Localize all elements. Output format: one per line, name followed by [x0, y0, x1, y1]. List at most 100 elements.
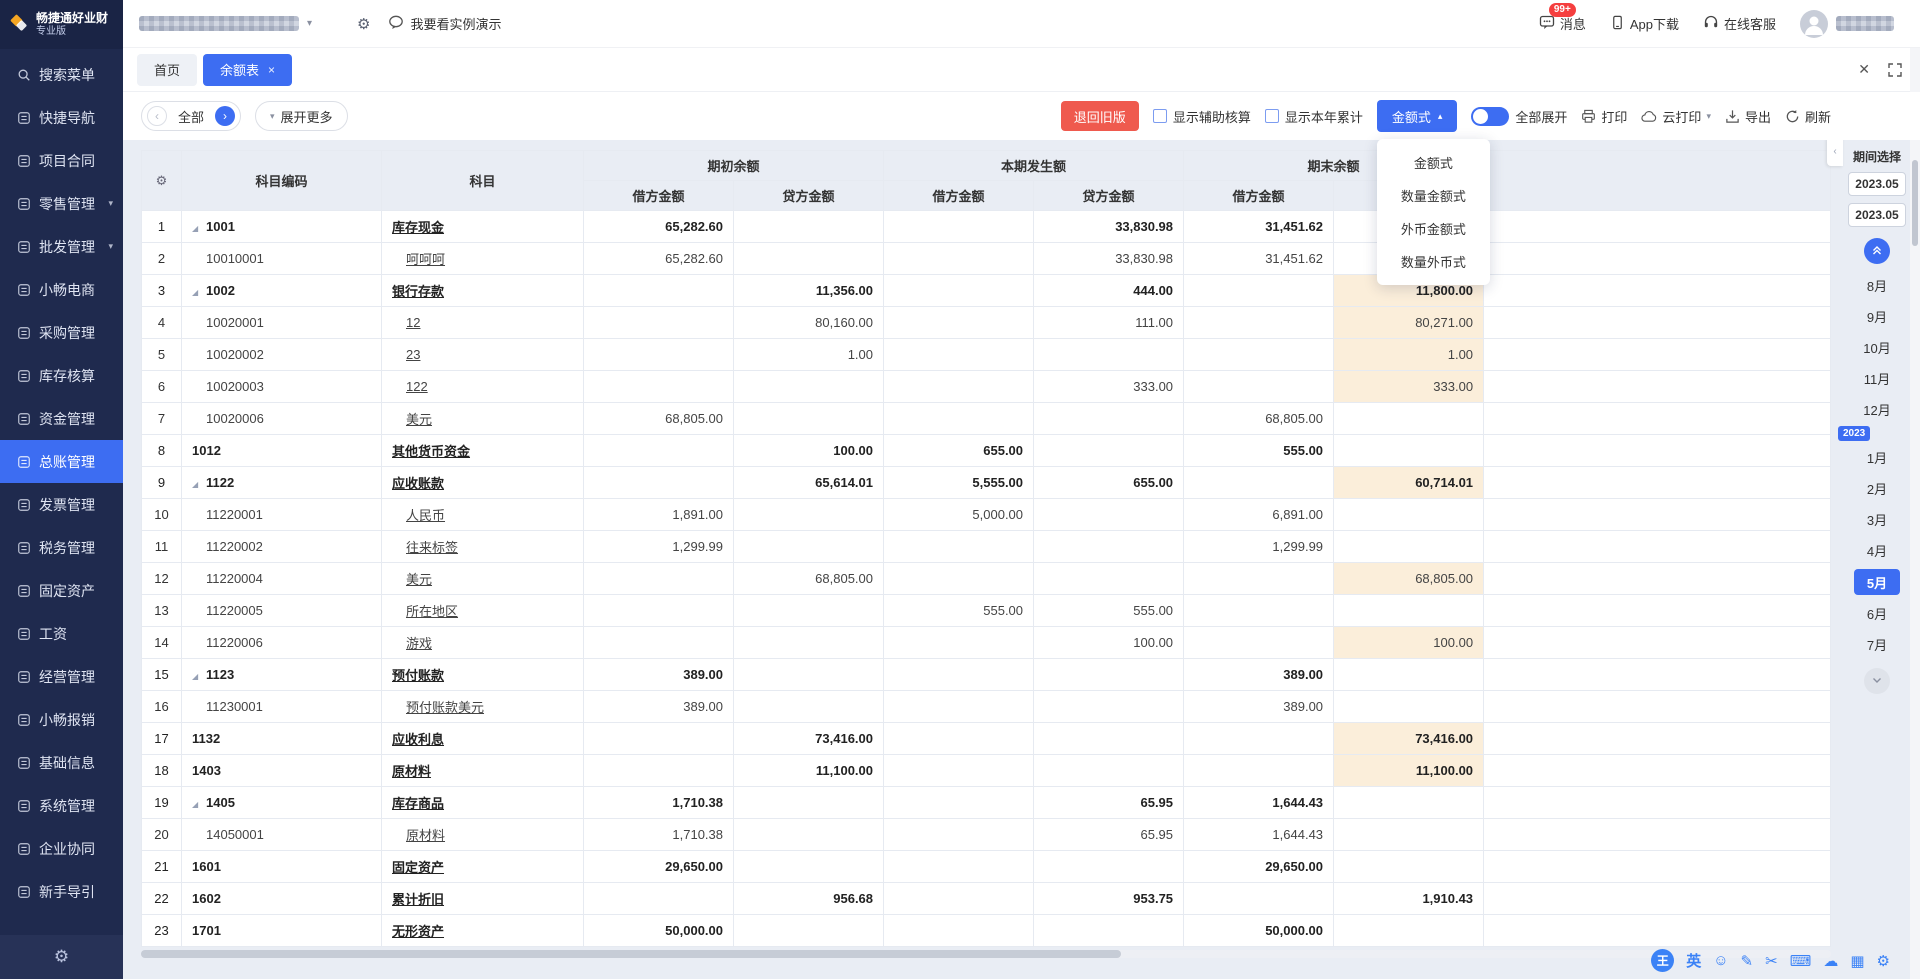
- cloud-icon[interactable]: ☁: [1823, 952, 1838, 970]
- table-row[interactable]: 4 10020001 12 80,160.00 111.00 80,271.00: [141, 306, 1831, 339]
- table-row[interactable]: 3 ◢ 1002 银行存款 11,356.00 444.00 11,800.00: [141, 274, 1831, 307]
- account-name-link[interactable]: 原材料: [392, 764, 431, 779]
- settings-icon[interactable]: ⚙: [1877, 952, 1890, 970]
- back-to-old-button[interactable]: 退回旧版: [1060, 101, 1139, 131]
- table-row[interactable]: 14 11220006 游戏 100.00 100.00: [141, 626, 1831, 659]
- scroll-months-up-button[interactable]: [1864, 238, 1890, 264]
- sidebar-item-税务管理[interactable]: 税务管理: [0, 526, 123, 569]
- account-name-link[interactable]: 游戏: [406, 636, 432, 651]
- handwriting-icon[interactable]: ✎: [1741, 952, 1754, 970]
- emoji-icon[interactable]: ☺: [1713, 952, 1728, 969]
- next-account-icon[interactable]: ›: [215, 106, 236, 126]
- period-from[interactable]: 2023.05: [1848, 172, 1906, 196]
- show-ytd-checkbox[interactable]: 显示本年累计: [1264, 107, 1363, 126]
- sidebar-item-新手导引[interactable]: 新手导引: [0, 870, 123, 913]
- table-row[interactable]: 17 1132 应收利息 73,416.00 73,416.00: [141, 722, 1831, 755]
- expand-all-toggle[interactable]: 全部展开: [1471, 106, 1567, 126]
- toggle-switch-icon[interactable]: [1471, 106, 1510, 126]
- sidebar-settings-button[interactable]: ⚙: [0, 935, 123, 979]
- close-all-icon[interactable]: ✕: [1858, 61, 1870, 78]
- table-row[interactable]: 2 10010001 呵呵呵 65,282.60 33,830.98 31,451.62: [141, 242, 1831, 275]
- table-row[interactable]: 21 1601 固定资产 29,650.00 29,650.00: [141, 850, 1831, 883]
- table-row[interactable]: 20 14050001 原材料 1,710.38 65.95 1,644.43: [141, 818, 1831, 851]
- table-row[interactable]: 13 11220005 所在地区 555.00 555.00: [141, 594, 1831, 627]
- sidebar-item-发票管理[interactable]: 发票管理: [0, 483, 123, 526]
- account-name-link[interactable]: 所在地区: [406, 604, 458, 619]
- expand-icon[interactable]: ◢: [192, 672, 206, 681]
- account-name-link[interactable]: 美元: [406, 572, 432, 587]
- expand-more-button[interactable]: ▾ 展开更多: [255, 101, 348, 131]
- account-name-link[interactable]: 呵呵呵: [406, 252, 445, 267]
- collapse-panel-button[interactable]: ‹: [1827, 136, 1843, 166]
- month-item-10月[interactable]: 10月: [1863, 332, 1890, 363]
- app-download-button[interactable]: App下载: [1610, 14, 1679, 33]
- horizontal-scrollbar-thumb[interactable]: [141, 950, 1122, 958]
- refresh-button[interactable]: 刷新: [1785, 107, 1831, 126]
- month-item-5月[interactable]: 5月: [1854, 569, 1900, 595]
- table-row[interactable]: 7 10020006 美元 68,805.00 68,805.00: [141, 402, 1831, 435]
- sidebar-item-采购管理[interactable]: 采购管理: [0, 311, 123, 354]
- month-item-12月[interactable]: 12月: [1863, 394, 1890, 425]
- format-option-金额式[interactable]: 金额式: [1377, 146, 1490, 179]
- expand-icon[interactable]: ◢: [192, 800, 206, 809]
- account-name-link[interactable]: 累计折旧: [392, 892, 444, 907]
- account-name-link[interactable]: 应收利息: [392, 732, 444, 747]
- sidebar-item-工资[interactable]: 工资: [0, 612, 123, 655]
- account-name-link[interactable]: 23: [406, 347, 420, 362]
- table-row[interactable]: 1 ◢ 1001 库存现金 65,282.60 33,830.98 31,451.62: [141, 210, 1831, 243]
- expand-icon[interactable]: ◢: [192, 224, 206, 233]
- table-row[interactable]: 15 ◢ 1123 预付账款 389.00 389.00: [141, 658, 1831, 691]
- account-name-link[interactable]: 美元: [406, 412, 432, 427]
- month-item-3月[interactable]: 3月: [1867, 504, 1887, 535]
- month-item-6月[interactable]: 6月: [1867, 598, 1887, 629]
- month-item-7月[interactable]: 7月: [1867, 629, 1887, 660]
- table-row[interactable]: 5 10020002 23 1.00 1.00: [141, 338, 1831, 371]
- sidebar-item-固定资产[interactable]: 固定资产: [0, 569, 123, 612]
- month-item-1月[interactable]: 1月: [1867, 442, 1887, 473]
- keyboard-icon[interactable]: ⌨: [1790, 952, 1812, 970]
- account-name-link[interactable]: 应收账款: [392, 476, 444, 491]
- sidebar-item-总账管理[interactable]: 总账管理: [0, 440, 123, 483]
- sidebar-item-系统管理[interactable]: 系统管理: [0, 784, 123, 827]
- table-row[interactable]: 19 ◢ 1405 库存商品 1,710.38 65.95 1,644.43: [141, 786, 1831, 819]
- scroll-months-down-button[interactable]: [1864, 668, 1890, 694]
- account-name-link[interactable]: 无形资产: [392, 924, 444, 939]
- user-menu[interactable]: [1800, 9, 1894, 38]
- account-name-link[interactable]: 固定资产: [392, 860, 444, 875]
- ime-language-icon[interactable]: 英: [1686, 950, 1701, 971]
- sidebar-item-经营管理[interactable]: 经营管理: [0, 655, 123, 698]
- account-name-link[interactable]: 人民币: [406, 508, 445, 523]
- table-row[interactable]: 9 ◢ 1122 应收账款 65,614.01 5,555.00 655.00 60,714.…: [141, 466, 1831, 499]
- account-name-link[interactable]: 银行存款: [392, 284, 444, 299]
- expand-icon[interactable]: ◢: [192, 480, 206, 489]
- account-name-link[interactable]: 12: [406, 315, 420, 330]
- account-name-link[interactable]: 预付账款: [392, 668, 444, 683]
- vertical-scrollbar-thumb[interactable]: [1912, 160, 1918, 246]
- format-option-数量外币式[interactable]: 数量外币式: [1377, 245, 1490, 278]
- tab-余额表[interactable]: 余额表 ×: [203, 53, 293, 86]
- expand-icon[interactable]: ◢: [192, 288, 206, 297]
- sidebar-item-小畅电商[interactable]: 小畅电商: [0, 268, 123, 311]
- tab-首页[interactable]: 首页: [137, 53, 198, 86]
- table-row[interactable]: 11 11220002 往来标签 1,299.99 1,299.99: [141, 530, 1831, 563]
- sidebar-item-搜索菜单[interactable]: 搜索菜单: [0, 53, 123, 96]
- account-name-link[interactable]: 其他货币资金: [392, 444, 470, 459]
- sidebar-item-快捷导航[interactable]: 快捷导航: [0, 96, 123, 139]
- table-row[interactable]: 22 1602 累计折旧 956.68 953.75 1,910.43: [141, 882, 1831, 915]
- table-row[interactable]: 12 11220004 美元 68,805.00 68,805.00: [141, 562, 1831, 595]
- sidebar-item-小畅报销[interactable]: 小畅报销: [0, 698, 123, 741]
- sidebar-item-批发管理[interactable]: 批发管理 ▾: [0, 225, 123, 268]
- account-name-link[interactable]: 原材料: [406, 828, 445, 843]
- prev-account-icon[interactable]: ‹: [147, 106, 167, 126]
- fullscreen-icon[interactable]: [1888, 62, 1902, 77]
- month-item-4月[interactable]: 4月: [1867, 535, 1887, 566]
- print-button[interactable]: 打印: [1581, 107, 1627, 126]
- close-icon[interactable]: ×: [268, 63, 275, 77]
- account-name-link[interactable]: 往来标签: [406, 540, 458, 555]
- sidebar-item-基础信息[interactable]: 基础信息: [0, 741, 123, 784]
- account-name-link[interactable]: 预付账款美元: [406, 700, 484, 715]
- table-row[interactable]: 8 1012 其他货币资金 100.00 655.00 555.00: [141, 434, 1831, 467]
- horizontal-scrollbar[interactable]: [141, 950, 1831, 958]
- month-item-9月[interactable]: 9月: [1867, 301, 1887, 332]
- table-row[interactable]: 6 10020003 122 333.00 333.00: [141, 370, 1831, 403]
